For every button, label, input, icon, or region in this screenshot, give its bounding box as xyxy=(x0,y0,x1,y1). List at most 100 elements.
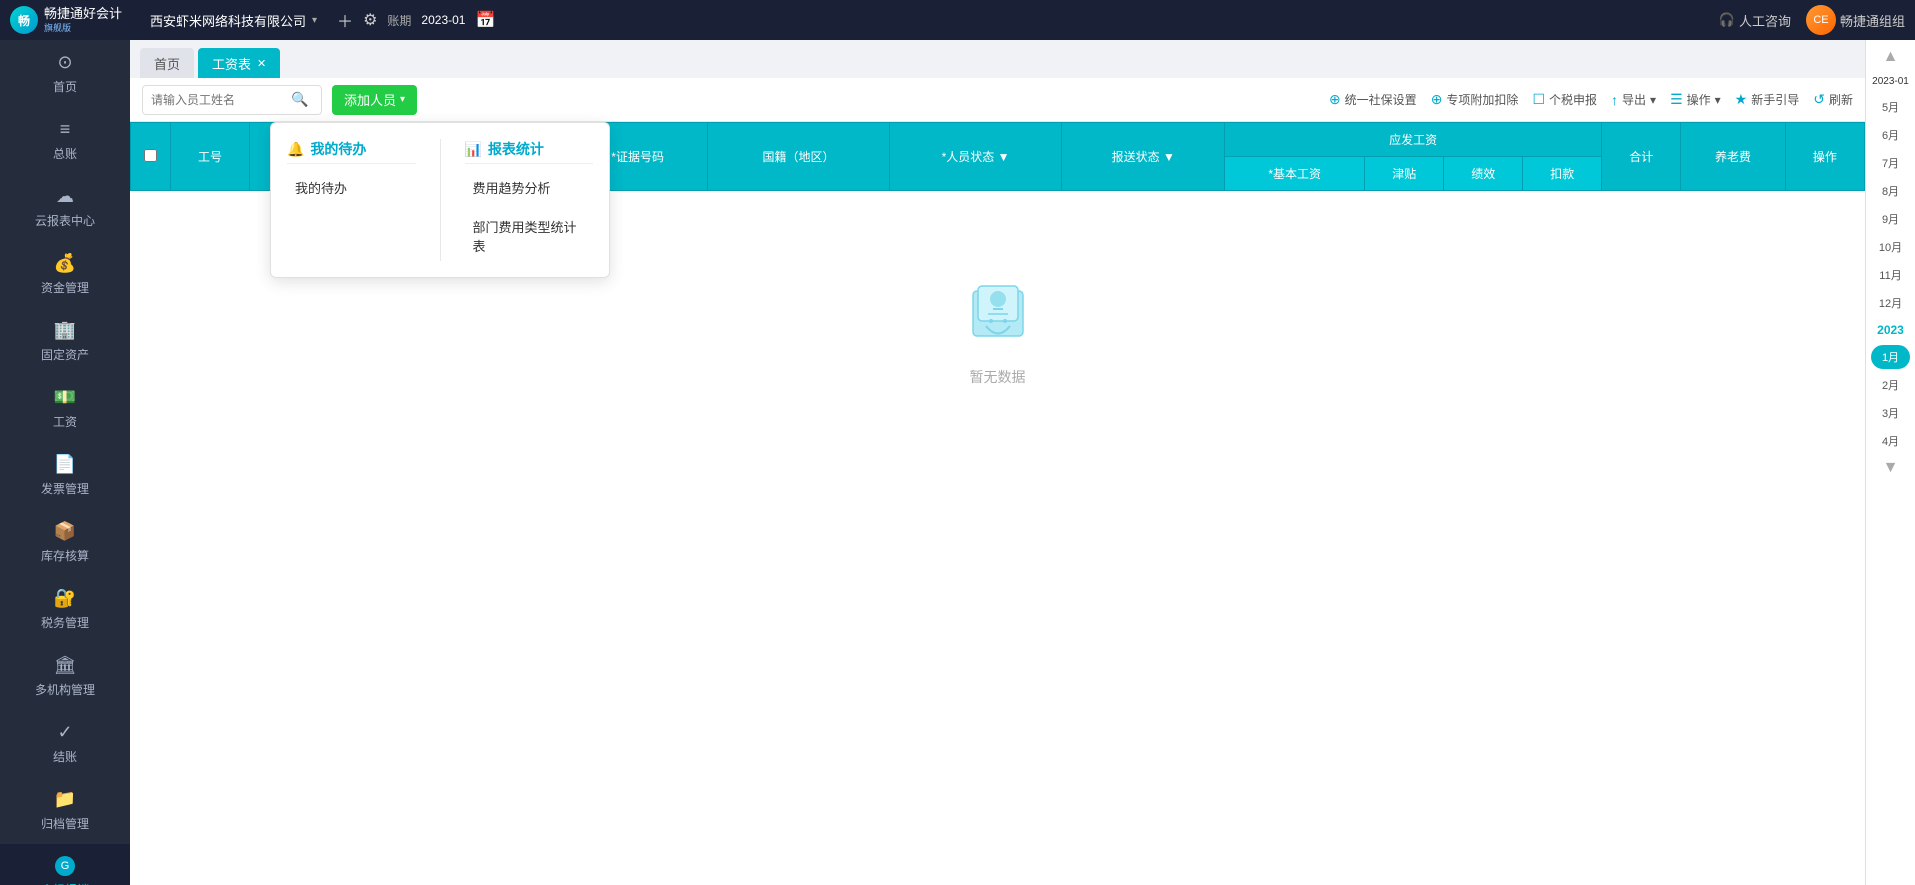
add-person-button[interactable]: 添加人员 ▾ xyxy=(332,85,417,115)
sidebar-item-xiaochang[interactable]: G 小畅报销 ◀ xyxy=(0,844,130,885)
sidebar-item-inventory[interactable]: 📦 库存核算 xyxy=(0,509,130,576)
export-label: 导出 xyxy=(1622,91,1646,108)
select-all-checkbox[interactable] xyxy=(144,149,157,162)
operations-button[interactable]: ☰ 操作 ▾ xyxy=(1670,91,1721,108)
new-guide-icon: ★ xyxy=(1735,91,1748,108)
personal-tax-button[interactable]: ☐ 个税申报 xyxy=(1532,91,1597,108)
timeline-nav-down[interactable]: ▼ xyxy=(1879,455,1903,481)
sidebar-label-xiaochang: 小畅报销 xyxy=(41,881,89,885)
cloud-icon: ☁ xyxy=(56,186,74,207)
th-total: 合计 xyxy=(1602,123,1681,191)
tab-home[interactable]: 首页 xyxy=(140,48,194,78)
sidebar-label-invoice: 发票管理 xyxy=(41,480,89,497)
ledger-icon: ≡ xyxy=(60,119,71,140)
timeline-year-2023: 2023 xyxy=(1866,317,1915,343)
popup-divider xyxy=(440,139,441,261)
th-should-pay: 应发工资 xyxy=(1225,123,1602,157)
sidebar-item-salary[interactable]: 💵 工资 xyxy=(0,375,130,442)
timeline-month-4[interactable]: 4月 xyxy=(1866,427,1915,455)
period-label: 账期 xyxy=(387,12,411,29)
tab-close-icon[interactable]: ✕ xyxy=(257,57,266,70)
funds-icon: 💰 xyxy=(54,253,76,274)
settings-button[interactable]: ⚙ xyxy=(363,10,377,30)
sidebar-item-home[interactable]: ⊙ 首页 xyxy=(0,40,130,107)
customer-service-button[interactable]: 🎧 人工咨询 xyxy=(1719,11,1791,30)
add-company-button[interactable]: ＋ xyxy=(337,8,353,32)
personal-tax-label: 个税申报 xyxy=(1549,91,1597,108)
timeline-month-12[interactable]: 12月 xyxy=(1866,289,1915,317)
user-profile[interactable]: CE 畅捷通组组 xyxy=(1806,5,1905,35)
user-name: 畅捷通组组 xyxy=(1840,11,1905,30)
home-icon: ⊙ xyxy=(57,52,72,73)
timeline-current-month[interactable]: 1月 xyxy=(1871,345,1910,369)
th-report-status: 报送状态 ▼ xyxy=(1062,123,1225,191)
headset-icon: 🎧 xyxy=(1719,12,1735,28)
timeline-panel: ▲ 2023-01 5月 6月 7月 8月 9月 10月 11月 12月 202… xyxy=(1865,40,1915,885)
avatar: CE xyxy=(1806,5,1836,35)
popup-dept-cost[interactable]: 部门费用类型统计表 xyxy=(465,211,594,261)
timeline-month-7[interactable]: 7月 xyxy=(1866,149,1915,177)
new-guide-button[interactable]: ★ 新手引导 xyxy=(1735,91,1800,108)
popup-col-reports: 📊 报表统计 费用趋势分析 部门费用类型统计表 xyxy=(465,139,594,261)
th-base-salary: *基本工资 xyxy=(1225,157,1365,191)
timeline-month-2[interactable]: 2月 xyxy=(1866,371,1915,399)
app-edition: 旗舰版 xyxy=(44,21,122,34)
sidebar-item-checkout[interactable]: ✓ 结账 xyxy=(0,710,130,777)
sidebar-item-multi-org[interactable]: 🏛 多机构管理 xyxy=(0,643,130,710)
tab-salary-table[interactable]: 工资表 ✕ xyxy=(198,48,280,78)
timeline-month-10[interactable]: 10月 xyxy=(1866,233,1915,261)
sidebar-item-fixed-assets[interactable]: 🏢 固定资产 xyxy=(0,308,130,375)
calendar-button[interactable]: 📅 xyxy=(475,10,495,30)
popup-cost-trend[interactable]: 费用趋势分析 xyxy=(465,172,594,203)
special-deduction-button[interactable]: ⊕ 专项附加扣除 xyxy=(1431,91,1519,108)
timeline-month-9[interactable]: 9月 xyxy=(1866,205,1915,233)
timeline-nav-up[interactable]: ▲ xyxy=(1879,44,1903,70)
sidebar-item-general-ledger[interactable]: ≡ 总账 xyxy=(0,107,130,174)
customer-service-label: 人工咨询 xyxy=(1739,11,1791,30)
special-deduction-label: 专项附加扣除 xyxy=(1446,91,1518,108)
sidebar-label-fixed-assets: 固定资产 xyxy=(41,346,89,363)
search-icon[interactable]: 🔍 xyxy=(291,91,308,108)
sidebar-item-tax[interactable]: 🔐 税务管理 xyxy=(0,576,130,643)
popup-col-todo: 🔔 我的待办 我的待办 xyxy=(287,139,416,261)
timeline-month-6[interactable]: 6月 xyxy=(1866,121,1915,149)
xiaochang-icon: G xyxy=(55,856,75,876)
refresh-label: 刷新 xyxy=(1829,91,1853,108)
company-name: 西安虾米网络科技有限公司 xyxy=(150,11,306,30)
th-checkbox[interactable] xyxy=(131,123,171,191)
export-button[interactable]: ↑ 导出 ▾ xyxy=(1611,91,1656,108)
sidebar-label-tax: 税务管理 xyxy=(41,614,89,631)
sidebar-label-home: 首页 xyxy=(53,78,77,95)
company-selector[interactable]: 西安虾米网络科技有限公司 ▾ xyxy=(140,11,327,30)
header-right: 🎧 人工咨询 CE 畅捷通组组 xyxy=(1719,5,1905,35)
timeline-month-11[interactable]: 11月 xyxy=(1866,261,1915,289)
search-input[interactable] xyxy=(151,93,291,107)
multi-org-icon: 🏛 xyxy=(54,655,77,676)
tab-salary-table-label: 工资表 xyxy=(212,54,251,73)
social-security-button[interactable]: ⊕ 统一社保设置 xyxy=(1329,91,1417,108)
timeline-month-3[interactable]: 3月 xyxy=(1866,399,1915,427)
sidebar-item-archive[interactable]: 📁 归档管理 xyxy=(0,777,130,844)
refresh-button[interactable]: ↺ 刷新 xyxy=(1813,91,1853,108)
timeline-month-8[interactable]: 8月 xyxy=(1866,177,1915,205)
archive-icon: 📁 xyxy=(54,789,76,810)
toolbar: 🔍 添加人员 ▾ ⊕ 统一社保设置 ⊕ 专项附加扣除 ☐ 个税申报 xyxy=(130,78,1865,122)
company-chevron-icon: ▾ xyxy=(312,15,317,26)
empty-icon xyxy=(958,271,1038,351)
popup-todo-title: 我的待办 xyxy=(310,139,366,159)
add-person-dropdown-icon: ▾ xyxy=(400,94,405,105)
logo-area: 畅 畅捷通好会计 旗舰版 xyxy=(10,6,140,35)
sidebar-item-invoice[interactable]: 📄 发票管理 xyxy=(0,442,130,509)
period-value: 2023-01 xyxy=(421,13,465,27)
filter-icon2[interactable]: ▼ xyxy=(1163,150,1175,164)
tab-bar: 首页 工资表 ✕ xyxy=(130,40,1865,78)
th-status: *人员状态 ▼ xyxy=(889,123,1062,191)
invoice-icon: 📄 xyxy=(54,454,76,475)
sidebar-item-funds[interactable]: 💰 资金管理 xyxy=(0,241,130,308)
empty-text: 暂无数据 xyxy=(970,367,1026,387)
social-security-label: 统一社保设置 xyxy=(1345,91,1417,108)
timeline-month-5[interactable]: 5月 xyxy=(1866,93,1915,121)
sidebar-item-cloud-reports[interactable]: ☁ 云报表中心 xyxy=(0,174,130,241)
popup-my-todo[interactable]: 我的待办 xyxy=(287,172,416,203)
filter-icon[interactable]: ▼ xyxy=(998,150,1010,164)
